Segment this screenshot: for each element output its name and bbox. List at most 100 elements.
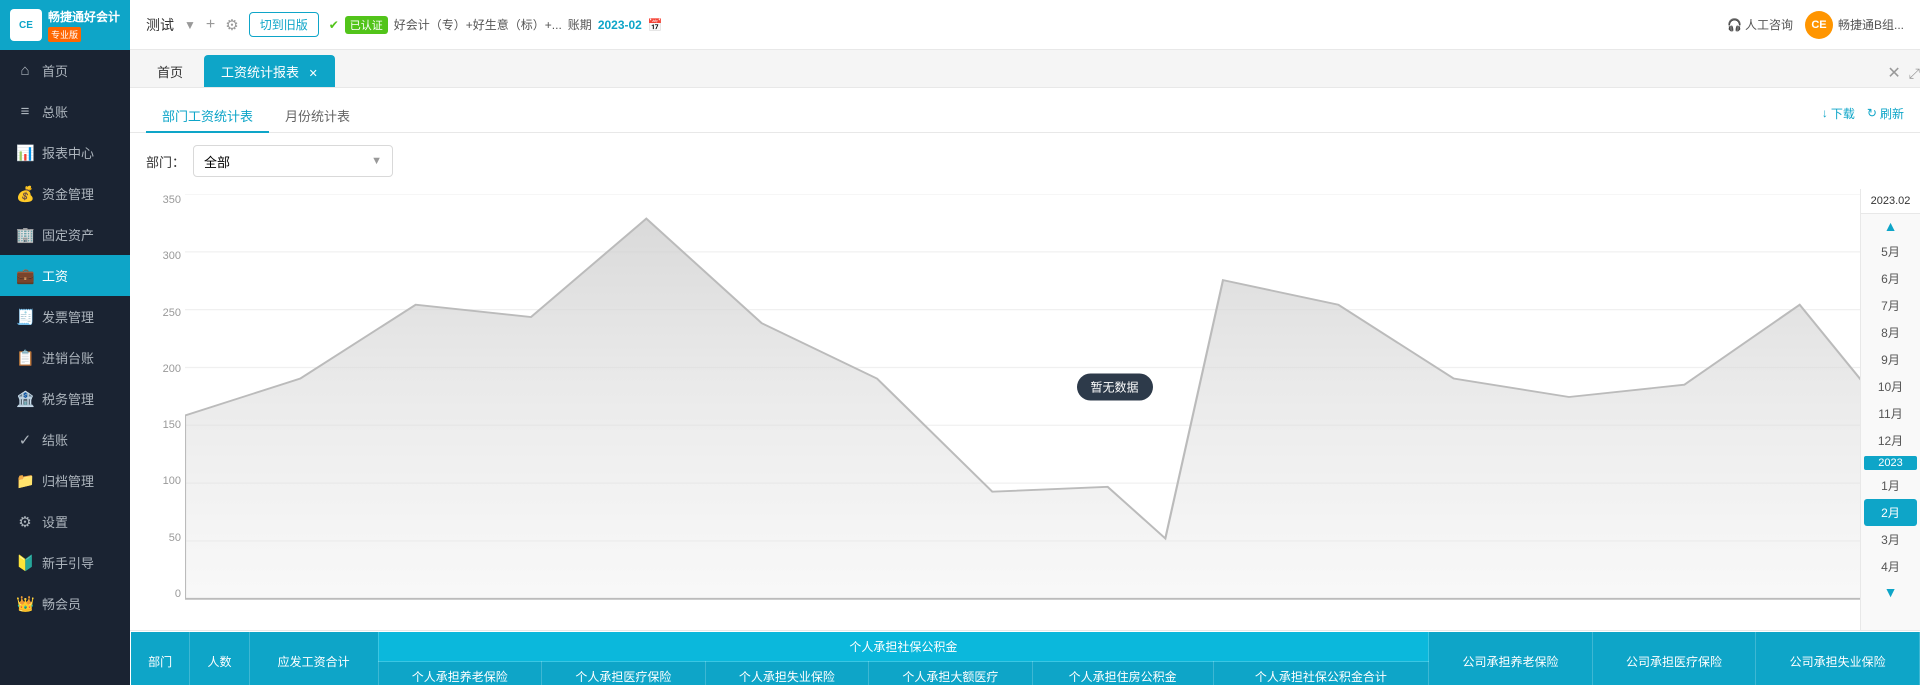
col-personal-large-medical: 个人承担大额医疗: [869, 662, 1033, 685]
sidebar-item-tax[interactable]: 🏦 税务管理: [0, 378, 130, 419]
settings-icon: ⚙: [16, 513, 34, 531]
settle-icon: ✓: [16, 431, 34, 449]
date-item-7[interactable]: 7月: [1861, 292, 1920, 319]
tab-close-window-btn[interactable]: ✕: [1887, 63, 1900, 83]
sidebar-item-salary[interactable]: 💼 工资: [0, 255, 130, 296]
yaxis-200: 200: [163, 363, 181, 375]
member-icon: 👑: [16, 595, 34, 613]
sidebar-item-settings[interactable]: ⚙ 设置: [0, 501, 130, 542]
bottom-table: 部门 人数 应发工资合计 个人承担社保公积金 公司承担养老保险 公司承担医疗保险…: [130, 630, 1920, 685]
sidebar-label-reports: 报表中心: [42, 143, 94, 162]
col-personal-pension: 个人承担养老保险: [378, 662, 542, 685]
username-label: 畅捷通B组...: [1838, 16, 1904, 33]
refresh-icon: ↻: [1867, 106, 1877, 120]
tab-expand-btn[interactable]: ⤢: [1909, 65, 1920, 82]
tab-close-btn[interactable]: ✕: [309, 68, 318, 80]
date-item-5[interactable]: 5月: [1861, 238, 1920, 265]
subtabs-actions: ↓ 下载 ↻ 刷新: [1822, 105, 1904, 128]
sidebar-label-salary: 工资: [42, 266, 68, 285]
content-area: 部门工资统计表 月份统计表 ↓ 下载 ↻ 刷新 部门： 全部 ▼: [130, 88, 1920, 685]
chart-date-wrapper: 350 300 250 200 150 100 50 0: [130, 189, 1920, 630]
subtab-monthly-label: 月份统计表: [285, 109, 350, 124]
col-personal-medical: 个人承担医疗保险: [542, 662, 706, 685]
date-item-10[interactable]: 10月: [1861, 373, 1920, 400]
date-item-2023-3[interactable]: 3月: [1861, 526, 1920, 553]
date-item-11[interactable]: 11月: [1861, 400, 1920, 427]
sidebar-label-wizard: 新手引导: [42, 553, 94, 572]
sidebar-item-settle[interactable]: ✓ 结账: [0, 419, 130, 460]
col-personal-unemployment: 个人承担失业保险: [705, 662, 869, 685]
sidebar-item-home[interactable]: ⌂ 首页: [0, 50, 130, 91]
area-chart-svg: [185, 194, 1915, 600]
date-item-2023-1[interactable]: 1月: [1861, 472, 1920, 499]
sidebar-item-archive[interactable]: 📁 归档管理: [0, 460, 130, 501]
chart-container: 350 300 250 200 150 100 50 0: [130, 189, 1920, 630]
refresh-btn[interactable]: ↻ 刷新: [1867, 105, 1904, 122]
subtab-monthly[interactable]: 月份统计表: [269, 100, 366, 133]
sidebar-item-sales[interactable]: 📋 进销台账: [0, 337, 130, 378]
date-item-2023-4[interactable]: 4月: [1861, 553, 1920, 580]
sidebar-item-funds[interactable]: 💰 资金管理: [0, 173, 130, 214]
sidebar-label-assets: 固定资产: [42, 225, 94, 244]
select-arrow-icon: ▼: [371, 155, 382, 167]
date-item-8[interactable]: 8月: [1861, 319, 1920, 346]
tab-home-label: 首页: [157, 65, 183, 80]
sidebar-item-member[interactable]: 👑 畅会员: [0, 583, 130, 624]
sidebar-item-invoice[interactable]: 🧾 发票管理: [0, 296, 130, 337]
yaxis-100: 100: [163, 475, 181, 487]
tab-bar-actions: ✕ ⤢: [1887, 63, 1920, 87]
date-panel-scroll-down[interactable]: ▼: [1861, 580, 1920, 604]
year-2023-badge[interactable]: 2023: [1864, 456, 1917, 470]
funds-icon: 💰: [16, 185, 34, 203]
period-label: 账期: [568, 16, 592, 33]
date-panel: 2023.02 ▲ 5月 6月 7月 8月 9月 10月 11月 12月 202…: [1860, 189, 1920, 630]
download-icon: ↓: [1822, 106, 1828, 120]
subtab-dept[interactable]: 部门工资统计表: [146, 100, 269, 133]
download-btn[interactable]: ↓ 下载: [1822, 105, 1855, 122]
sidebar-item-reports[interactable]: 📊 报表中心: [0, 132, 130, 173]
tab-salary-report[interactable]: 工资统计报表 ✕: [204, 55, 335, 87]
topbar-status: ✔ 已认证 好会计（专）+好生意（标）+... 账期 2023-02 📅: [329, 16, 663, 34]
dept-select[interactable]: 全部 ▼: [193, 145, 393, 177]
switch-to-old-btn[interactable]: 切到旧版: [249, 12, 319, 37]
user-avatar: CE: [1805, 11, 1833, 39]
yaxis-50: 50: [169, 532, 181, 544]
ledger-icon: ≡: [16, 103, 34, 120]
date-item-12[interactable]: 12月: [1861, 427, 1920, 454]
date-item-2023-2[interactable]: 2月: [1864, 499, 1917, 526]
tab-home[interactable]: 首页: [140, 55, 200, 87]
main-content: 测试 ▼ + ⚙ 切到旧版 ✔ 已认证 好会计（专）+好生意（标）+... 账期…: [130, 0, 1920, 685]
col-total-salary: 应发工资合计: [249, 632, 378, 685]
ai-consult-btn[interactable]: 🎧 人工咨询: [1727, 16, 1793, 33]
topbar: 测试 ▼ + ⚙ 切到旧版 ✔ 已认证 好会计（专）+好生意（标）+... 账期…: [130, 0, 1920, 50]
sidebar-label-home: 首页: [42, 61, 68, 80]
sidebar-item-wizard[interactable]: 🔰 新手引导: [0, 542, 130, 583]
sidebar-label-funds: 资金管理: [42, 184, 94, 203]
date-item-6[interactable]: 6月: [1861, 265, 1920, 292]
topbar-dropdown-arrow[interactable]: ▼: [184, 18, 196, 32]
sidebar-item-ledger[interactable]: ≡ 总账: [0, 91, 130, 132]
assets-icon: 🏢: [16, 226, 34, 244]
refresh-label: 刷新: [1880, 105, 1904, 122]
filterbar: 部门： 全部 ▼: [130, 133, 1920, 189]
yaxis-250: 250: [163, 307, 181, 319]
download-label: 下载: [1831, 105, 1855, 122]
col-group-personal: 个人承担社保公积金: [378, 632, 1429, 662]
logo-text-block: 畅捷通好会计 专业版: [48, 8, 120, 42]
user-info[interactable]: CE 畅捷通B组...: [1805, 11, 1904, 39]
sidebar-item-assets[interactable]: 🏢 固定资产: [0, 214, 130, 255]
date-item-9[interactable]: 9月: [1861, 346, 1920, 373]
date-panel-scroll-up[interactable]: ▲: [1861, 214, 1920, 238]
sidebar-label-ledger: 总账: [42, 102, 68, 121]
sidebar-label-settings: 设置: [42, 512, 68, 531]
subtabs: 部门工资统计表 月份统计表 ↓ 下载 ↻ 刷新: [130, 88, 1920, 133]
filter-label: 部门：: [146, 152, 185, 171]
sidebar-label-settle: 结账: [42, 430, 68, 449]
topbar-plus-btn[interactable]: +: [206, 16, 215, 34]
calendar-icon[interactable]: 📅: [648, 18, 663, 32]
sales-icon: 📋: [16, 349, 34, 367]
reports-icon: 📊: [16, 144, 34, 162]
topbar-title: 测试: [146, 15, 174, 35]
topbar-gear-icon[interactable]: ⚙: [225, 16, 238, 34]
archive-icon: 📁: [16, 472, 34, 490]
